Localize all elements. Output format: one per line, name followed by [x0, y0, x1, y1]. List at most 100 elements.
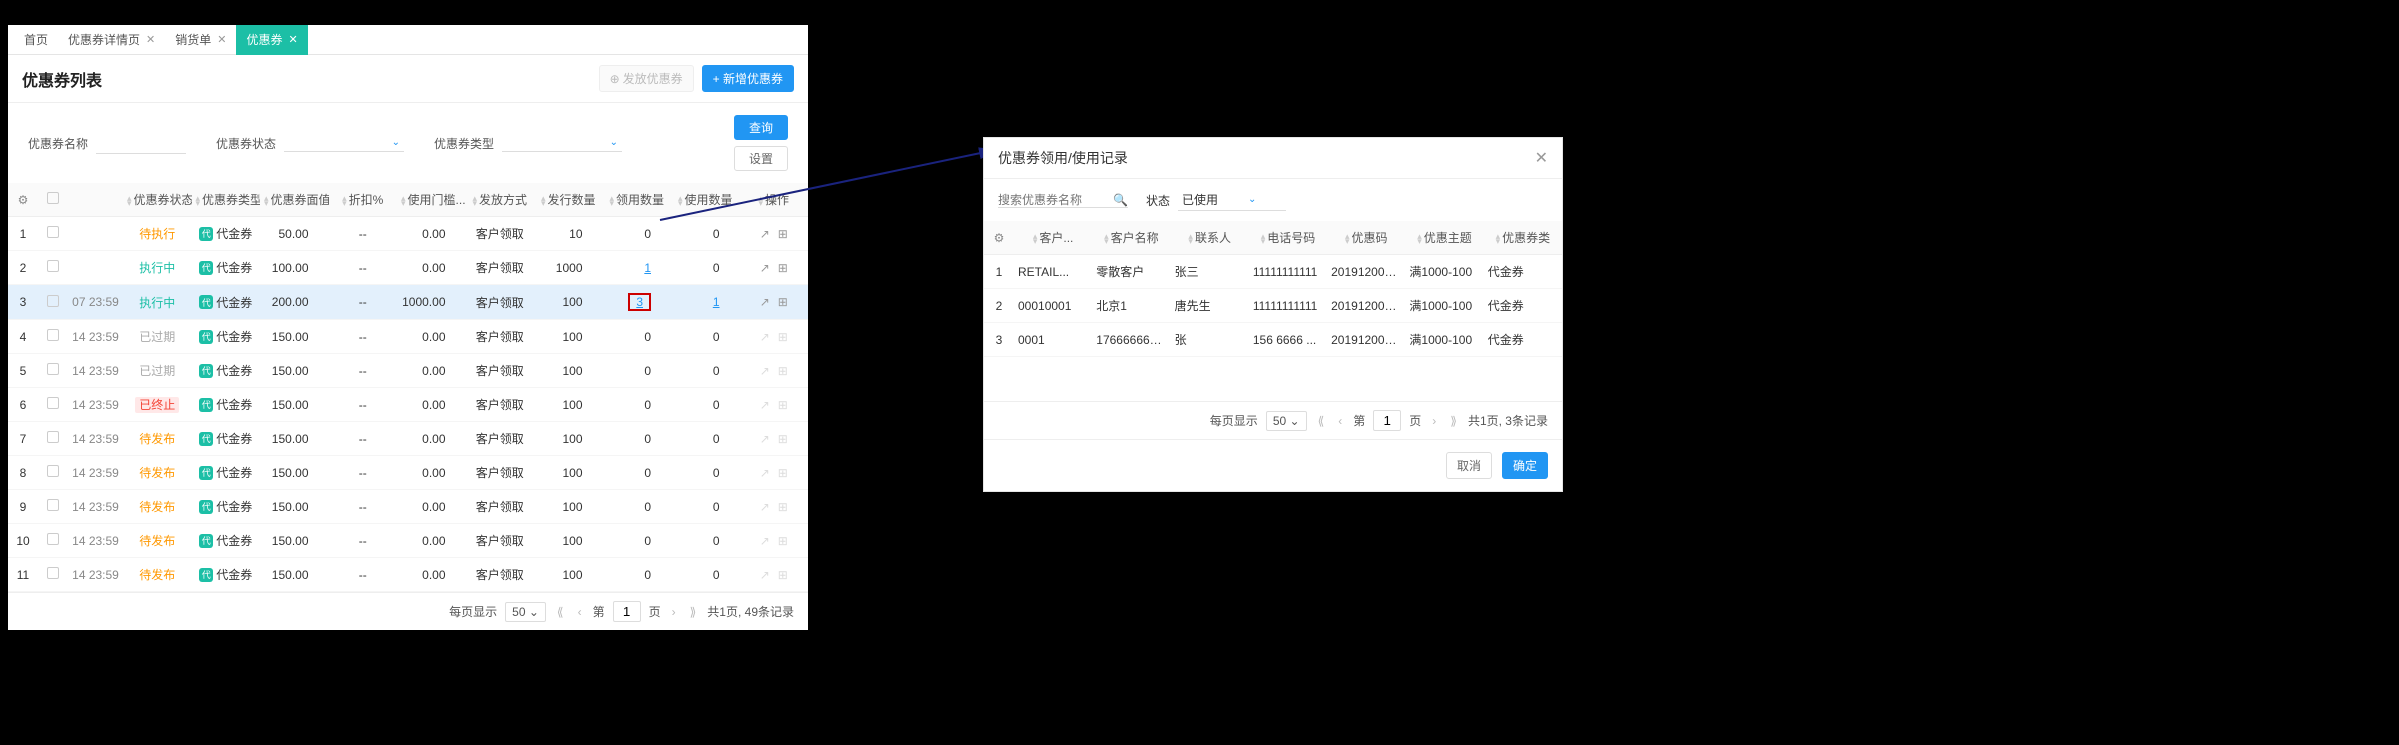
row-checkbox[interactable]: [47, 329, 59, 341]
modal-first-page[interactable]: ⟪: [1315, 414, 1328, 428]
share-icon[interactable]: ↗: [760, 466, 770, 480]
share-icon[interactable]: ↗: [760, 364, 770, 378]
row-checkbox[interactable]: [47, 465, 59, 477]
table-row[interactable]: 2执行中代代金券100.00--0.00客户领取100010↗⊞: [8, 251, 808, 285]
share-icon[interactable]: ↗: [760, 261, 770, 275]
column-header[interactable]: ▴▾发行数量: [534, 183, 603, 217]
qrcode-icon[interactable]: ⊞: [778, 330, 788, 344]
row-checkbox[interactable]: [47, 499, 59, 511]
column-header[interactable]: ▴▾电话号码: [1249, 221, 1327, 255]
column-header[interactable]: ▴▾优惠码: [1327, 221, 1405, 255]
qrcode-icon[interactable]: ⊞: [778, 534, 788, 548]
tab-优惠券详情页[interactable]: 优惠券详情页✕: [58, 25, 165, 55]
filter-name-input[interactable]: [96, 132, 186, 154]
column-header[interactable]: ▴▾客户...: [1014, 221, 1092, 255]
qrcode-icon[interactable]: ⊞: [778, 295, 788, 309]
tab-close-icon[interactable]: ✕: [217, 33, 226, 46]
column-header[interactable]: ▴▾联系人: [1171, 221, 1249, 255]
table-row[interactable]: 3000117666666666张156 6666 ...2019120070.…: [984, 323, 1562, 357]
table-row[interactable]: 414 23:59已过期代代金券150.00--0.00客户领取10000↗⊞: [8, 320, 808, 354]
column-header[interactable]: ▴▾优惠主题: [1405, 221, 1483, 255]
share-icon[interactable]: ↗: [760, 227, 770, 241]
search-icon[interactable]: 🔍: [1113, 193, 1128, 207]
column-header[interactable]: ▴▾使用数量: [671, 183, 740, 217]
column-header[interactable]: ▴▾客户名称: [1092, 221, 1170, 255]
qrcode-icon[interactable]: ⊞: [778, 364, 788, 378]
qrcode-icon[interactable]: ⊞: [778, 568, 788, 582]
next-page-button[interactable]: ›: [669, 605, 679, 619]
tab-首页[interactable]: 首页: [14, 25, 58, 55]
last-page-button[interactable]: ⟫: [687, 605, 700, 619]
close-icon[interactable]: ✕: [1535, 148, 1548, 168]
row-checkbox[interactable]: [47, 431, 59, 443]
row-checkbox[interactable]: [47, 567, 59, 579]
column-header[interactable]: ▴▾发放方式: [466, 183, 535, 217]
column-header[interactable]: ▴▾操作: [740, 183, 809, 217]
table-row[interactable]: 1014 23:59待发布代代金券150.00--0.00客户领取10000↗⊞: [8, 524, 808, 558]
row-checkbox[interactable]: [47, 226, 59, 238]
tab-优惠券[interactable]: 优惠券✕: [236, 25, 307, 55]
gear-icon[interactable]: ⚙: [18, 193, 29, 207]
column-header[interactable]: ▴▾使用门槛...: [397, 183, 466, 217]
per-page-select[interactable]: 50 ⌄: [505, 602, 546, 622]
share-icon[interactable]: ↗: [760, 500, 770, 514]
row-checkbox[interactable]: [47, 397, 59, 409]
modal-status-select[interactable]: 已使用⌄: [1178, 189, 1286, 211]
receive-count-link[interactable]: 3: [636, 295, 643, 309]
tab-销货单[interactable]: 销货单✕: [165, 25, 236, 55]
page-input[interactable]: [613, 601, 641, 622]
table-row[interactable]: 1RETAIL...零散客户张三111111111112019120070...…: [984, 255, 1562, 289]
distribute-coupon-button[interactable]: ⊕发放优惠券: [599, 65, 694, 92]
column-header[interactable]: ▴▾优惠券状态: [123, 183, 192, 217]
modal-last-page[interactable]: ⟫: [1447, 414, 1460, 428]
column-header[interactable]: ▴▾优惠券类型: [192, 183, 261, 217]
table-row[interactable]: 814 23:59待发布代代金券150.00--0.00客户领取10000↗⊞: [8, 456, 808, 490]
receive-count-link[interactable]: 1: [644, 261, 651, 275]
qrcode-icon[interactable]: ⊞: [778, 432, 788, 446]
qrcode-icon[interactable]: ⊞: [778, 466, 788, 480]
filter-type-select[interactable]: ⌄: [502, 134, 622, 152]
table-row[interactable]: 914 23:59待发布代代金券150.00--0.00客户领取10000↗⊞: [8, 490, 808, 524]
column-header[interactable]: ▴▾优惠券面值: [260, 183, 329, 217]
column-header[interactable]: ▴▾优惠券类: [1484, 221, 1562, 255]
table-row[interactable]: 614 23:59已终止代代金券150.00--0.00客户领取10000↗⊞: [8, 388, 808, 422]
first-page-button[interactable]: ⟪: [554, 605, 567, 619]
share-icon[interactable]: ↗: [760, 330, 770, 344]
search-button[interactable]: 查询: [734, 115, 788, 140]
column-header[interactable]: ▴▾领用数量: [603, 183, 672, 217]
modal-page-input[interactable]: [1373, 410, 1401, 431]
share-icon[interactable]: ↗: [760, 432, 770, 446]
gear-icon[interactable]: ⚙: [994, 231, 1005, 245]
modal-search-box[interactable]: 🔍: [998, 193, 1128, 208]
cancel-button[interactable]: 取消: [1446, 452, 1492, 479]
tab-close-icon[interactable]: ✕: [146, 33, 155, 46]
add-coupon-button[interactable]: + 新增优惠券: [702, 65, 794, 92]
used-count-link[interactable]: 1: [713, 295, 720, 309]
qrcode-icon[interactable]: ⊞: [778, 398, 788, 412]
modal-search-input[interactable]: [998, 193, 1113, 207]
table-row[interactable]: 1待执行代代金券50.00--0.00客户领取1000↗⊞: [8, 217, 808, 251]
settings-button[interactable]: 设置: [734, 146, 788, 171]
share-icon[interactable]: ↗: [760, 398, 770, 412]
tab-close-icon[interactable]: ✕: [289, 33, 298, 46]
share-icon[interactable]: ↗: [760, 568, 770, 582]
qrcode-icon[interactable]: ⊞: [778, 261, 788, 275]
filter-status-select[interactable]: ⌄: [284, 134, 404, 152]
row-checkbox[interactable]: [47, 533, 59, 545]
table-row[interactable]: 714 23:59待发布代代金券150.00--0.00客户领取10000↗⊞: [8, 422, 808, 456]
column-header[interactable]: ▴▾折扣%: [329, 183, 398, 217]
prev-page-button[interactable]: ‹: [575, 605, 585, 619]
share-icon[interactable]: ↗: [760, 295, 770, 309]
row-checkbox[interactable]: [47, 363, 59, 375]
table-row[interactable]: 307 23:59执行中代代金券200.00--1000.00客户领取10031…: [8, 285, 808, 320]
modal-next-page[interactable]: ›: [1429, 414, 1439, 428]
share-icon[interactable]: ↗: [760, 534, 770, 548]
modal-prev-page[interactable]: ‹: [1335, 414, 1345, 428]
qrcode-icon[interactable]: ⊞: [778, 500, 788, 514]
table-row[interactable]: 514 23:59已过期代代金券150.00--0.00客户领取10000↗⊞: [8, 354, 808, 388]
modal-per-page-select[interactable]: 50 ⌄: [1266, 411, 1307, 431]
row-checkbox[interactable]: [47, 260, 59, 272]
table-row[interactable]: 200010001北京1唐先生111111111112019120070...满…: [984, 289, 1562, 323]
table-row[interactable]: 1114 23:59待发布代代金券150.00--0.00客户领取10000↗⊞: [8, 558, 808, 592]
select-all-checkbox[interactable]: [47, 192, 59, 204]
